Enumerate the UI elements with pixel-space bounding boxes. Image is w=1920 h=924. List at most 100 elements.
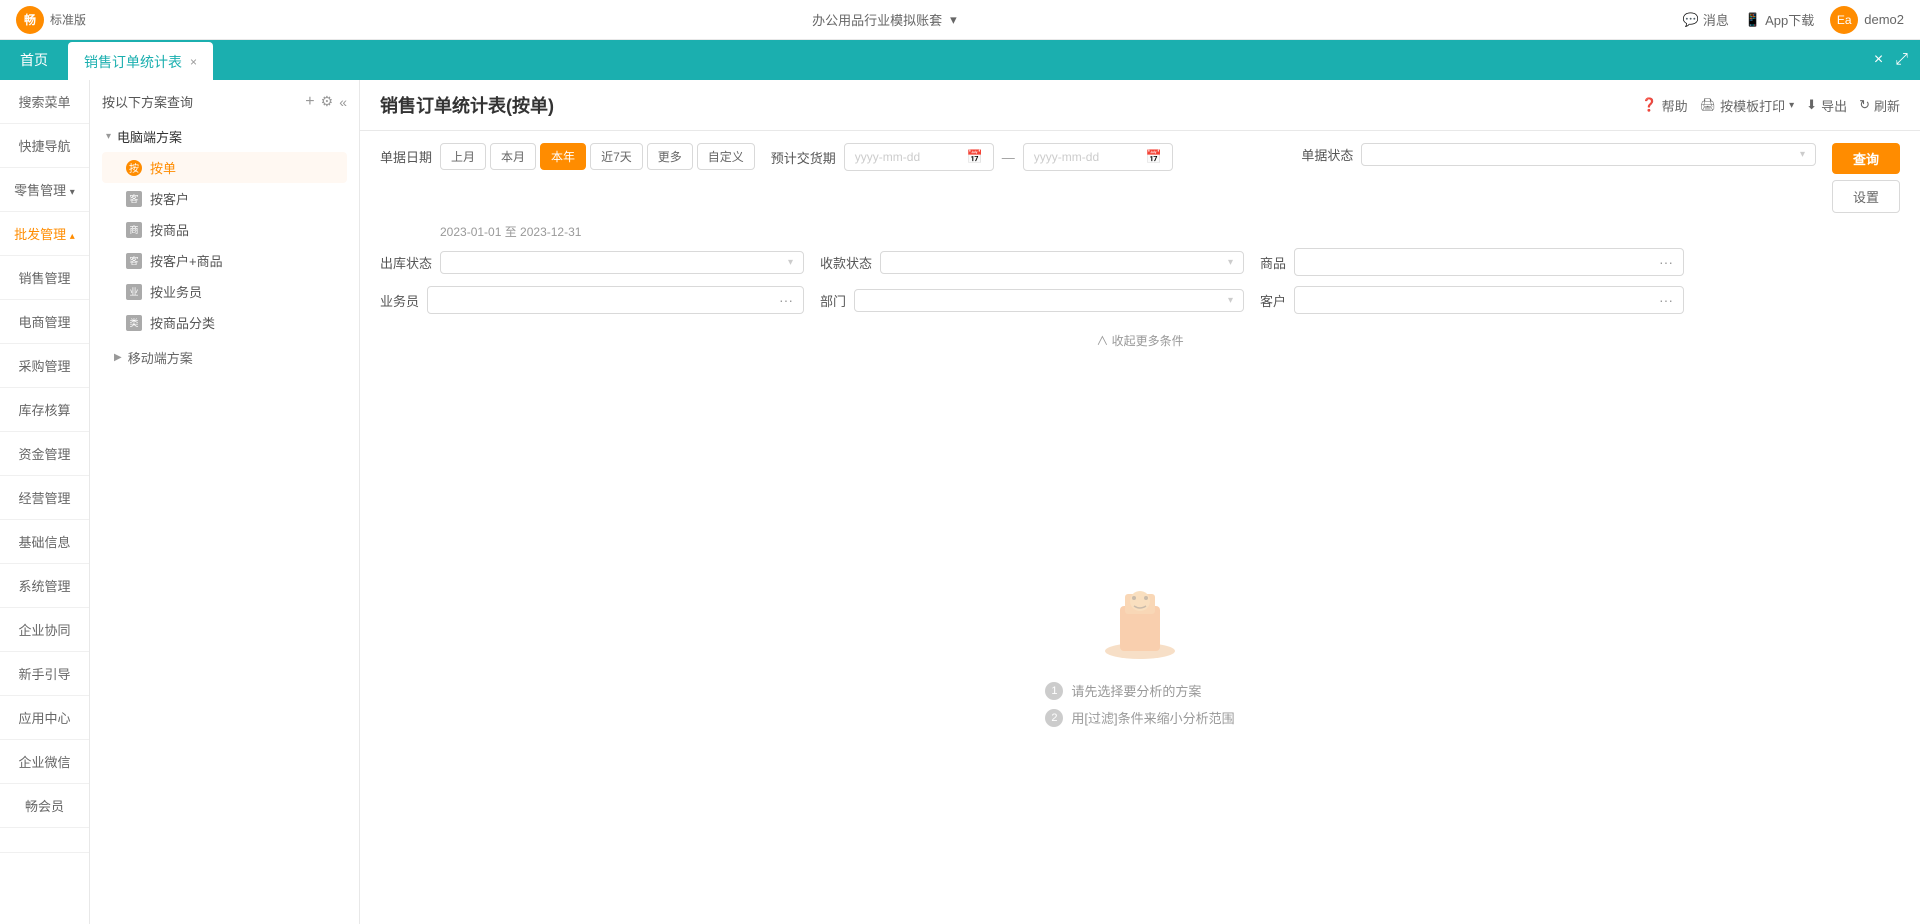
calendar-icon-end: 📅 (1146, 149, 1162, 165)
mobile-scheme-group: ▶ 移动端方案 (102, 342, 347, 373)
date-btn-7days[interactable]: 近7天 (590, 143, 643, 170)
bill-status-label: 单据状态 (1301, 145, 1353, 164)
mobile-group-arrow: ▶ (114, 352, 122, 363)
tip2-text: 用[过滤]条件来缩小分析范围 (1071, 708, 1234, 727)
main-layout: 搜索菜单 快捷导航 零售管理 ▾ 批发管理 ▴ 销售管理 电商管理 采购管理 库… (0, 80, 1920, 924)
by-salesperson-label: 按业务员 (150, 282, 202, 301)
tab-close-btn[interactable]: × (190, 55, 197, 69)
payment-status-select[interactable]: ▾ (880, 251, 1244, 274)
by-cg-icon: 客 (126, 253, 142, 269)
delivery-date-end[interactable]: yyyy-mm-dd 📅 (1023, 143, 1173, 171)
bill-status-select[interactable]: ▾ (1361, 143, 1816, 166)
by-goods-label: 按商品 (150, 220, 189, 239)
sidebar-item-wechat[interactable]: 畅会员 (0, 784, 89, 828)
empty-state: 1 请先选择要分析的方案 2 用[过滤]条件来缩小分析范围 (360, 369, 1920, 924)
template-print-btn[interactable]: 🖨 按模板打印 ▾ (1700, 96, 1795, 115)
date-btn-custom[interactable]: 自定义 (697, 143, 755, 170)
app-download-btn[interactable]: 📱 App下载 (1745, 10, 1814, 29)
dropdown-arrow[interactable]: ▾ (950, 12, 957, 28)
empty-tip-2: 2 用[过滤]条件来缩小分析范围 (1045, 708, 1234, 727)
goods-ellipsis[interactable]: ··· (1659, 254, 1673, 270)
sidebar-item-retail[interactable]: 零售管理 ▾ (0, 168, 89, 212)
tab-active[interactable]: 销售订单统计表 × (68, 42, 213, 82)
message-btn[interactable]: 💬 消息 (1683, 10, 1729, 29)
sidebar-item-system[interactable]: 企业协同 (0, 608, 89, 652)
sidebar-item-basic[interactable]: 系统管理 (0, 564, 89, 608)
message-label: 消息 (1703, 10, 1729, 29)
topbar-left: 畅 标准版 (16, 6, 86, 34)
page-header: 销售订单统计表(按单) ❓ 帮助 🖨 按模板打印 ▾ ⬇ (360, 80, 1920, 131)
scheme-item-by-salesperson[interactable]: 业 按业务员 (102, 276, 347, 307)
delivery-status-arrow: ▾ (788, 257, 793, 268)
payment-status-arrow: ▾ (1228, 257, 1233, 268)
sidebar-item-inventory[interactable]: 资金管理 (0, 432, 89, 476)
tip1-num: 1 (1045, 682, 1063, 700)
left-panel-title: 按以下方案查询 (102, 92, 299, 111)
help-btn[interactable]: ❓ 帮助 (1641, 96, 1687, 115)
sidebar-item-marketing[interactable]: 销售管理 (0, 256, 89, 300)
scheme-item-by-order[interactable]: 按 按单 (102, 152, 347, 183)
content-area: 按以下方案查询 + ⚙ « ▾ 电脑端方案 按 按单 客 按客户 (90, 80, 1920, 924)
tab-home[interactable]: 首页 (0, 40, 68, 80)
query-btn[interactable]: 查询 (1832, 143, 1900, 174)
customer-select[interactable]: ··· (1294, 286, 1684, 314)
left-panel-header: 按以下方案查询 + ⚙ « (102, 92, 347, 111)
sidebar-search[interactable]: 搜索菜单 (0, 80, 89, 124)
salesperson-ellipsis[interactable]: ··· (779, 292, 793, 308)
scheme-item-by-goods[interactable]: 商 按商品 (102, 214, 347, 245)
user-area[interactable]: Ea demo2 (1830, 6, 1904, 34)
scheme-item-by-category[interactable]: 类 按商品分类 (102, 307, 347, 338)
by-category-icon: 类 (126, 315, 142, 331)
topbar-center: 办公用品行业模拟账套 ▾ (812, 10, 957, 29)
refresh-btn[interactable]: ↻ 刷新 (1859, 96, 1900, 115)
add-scheme-btn[interactable]: + (305, 93, 314, 111)
empty-tip-1: 1 请先选择要分析的方案 (1045, 681, 1234, 700)
sidebar-item-enterprise[interactable]: 新手引导 (0, 652, 89, 696)
reset-btn[interactable]: 设置 (1832, 180, 1900, 213)
date-range-display: 2023-01-01 至 2023-12-31 (440, 223, 1900, 240)
goods-select[interactable]: ··· (1294, 248, 1684, 276)
date-btn-this-month[interactable]: 本月 (490, 143, 536, 170)
scheme-settings-btn[interactable]: ⚙ (321, 93, 334, 110)
delivery-status-select[interactable]: ▾ (440, 251, 804, 274)
by-customer-icon: 客 (126, 191, 142, 207)
sidebar-quick-nav[interactable]: 快捷导航 (0, 124, 89, 168)
date-btn-last-month[interactable]: 上月 (440, 143, 486, 170)
date-btn-this-year[interactable]: 本年 (540, 143, 586, 170)
bill-status-arrow: ▾ (1800, 149, 1805, 160)
sidebar-item-newbie[interactable]: 应用中心 (0, 696, 89, 740)
window-expand-btn[interactable]: ⤢ (1895, 51, 1908, 69)
sidebar-item-ecommerce[interactable]: 采购管理 (0, 344, 89, 388)
customer-label: 客户 (1260, 291, 1286, 310)
window-close-btn[interactable]: × (1874, 51, 1883, 69)
collapse-bar[interactable]: ∧ 收起更多条件 (380, 324, 1900, 357)
logo-area: 畅 标准版 (16, 6, 86, 34)
sidebar-item-finance[interactable]: 经营管理 (0, 476, 89, 520)
pc-group-arrow: ▾ (106, 131, 111, 142)
sidebar-item-purchase[interactable]: 库存核算 (0, 388, 89, 432)
salesperson-select[interactable]: ··· (427, 286, 804, 314)
department-select[interactable]: ▾ (854, 289, 1244, 312)
delivery-date-start[interactable]: yyyy-mm-dd 📅 (844, 143, 994, 171)
by-customer-label: 按客户 (150, 189, 189, 208)
sidebar-item-appstore[interactable]: 企业微信 (0, 740, 89, 784)
panel-collapse-btn[interactable]: « (339, 94, 347, 110)
scheme-item-by-customer[interactable]: 客 按客户 (102, 183, 347, 214)
sidebar-item-vip[interactable] (0, 828, 89, 853)
mobile-group-header[interactable]: ▶ 移动端方案 (102, 342, 347, 373)
tip1-text: 请先选择要分析的方案 (1071, 681, 1201, 700)
sidebar-item-operations[interactable]: 基础信息 (0, 520, 89, 564)
scheme-item-by-cg[interactable]: 客 按客户+商品 (102, 245, 347, 276)
date-btn-more[interactable]: 更多 (647, 143, 693, 170)
sidebar-item-sales[interactable]: 电商管理 (0, 300, 89, 344)
sidebar-item-wholesale[interactable]: 批发管理 ▴ (0, 212, 89, 256)
tabbar-right: × ⤢ (1874, 51, 1920, 69)
customer-ellipsis[interactable]: ··· (1659, 292, 1673, 308)
export-btn[interactable]: ⬇ 导出 (1806, 96, 1847, 115)
calendar-icon-start: 📅 (967, 149, 983, 165)
delivery-end-placeholder: yyyy-mm-dd (1034, 150, 1099, 164)
pc-group-header[interactable]: ▾ 电脑端方案 (102, 121, 347, 152)
app-title: 办公用品行业模拟账套 (812, 10, 942, 29)
avatar: Ea (1830, 6, 1858, 34)
mobile-group-label: 移动端方案 (128, 348, 193, 367)
